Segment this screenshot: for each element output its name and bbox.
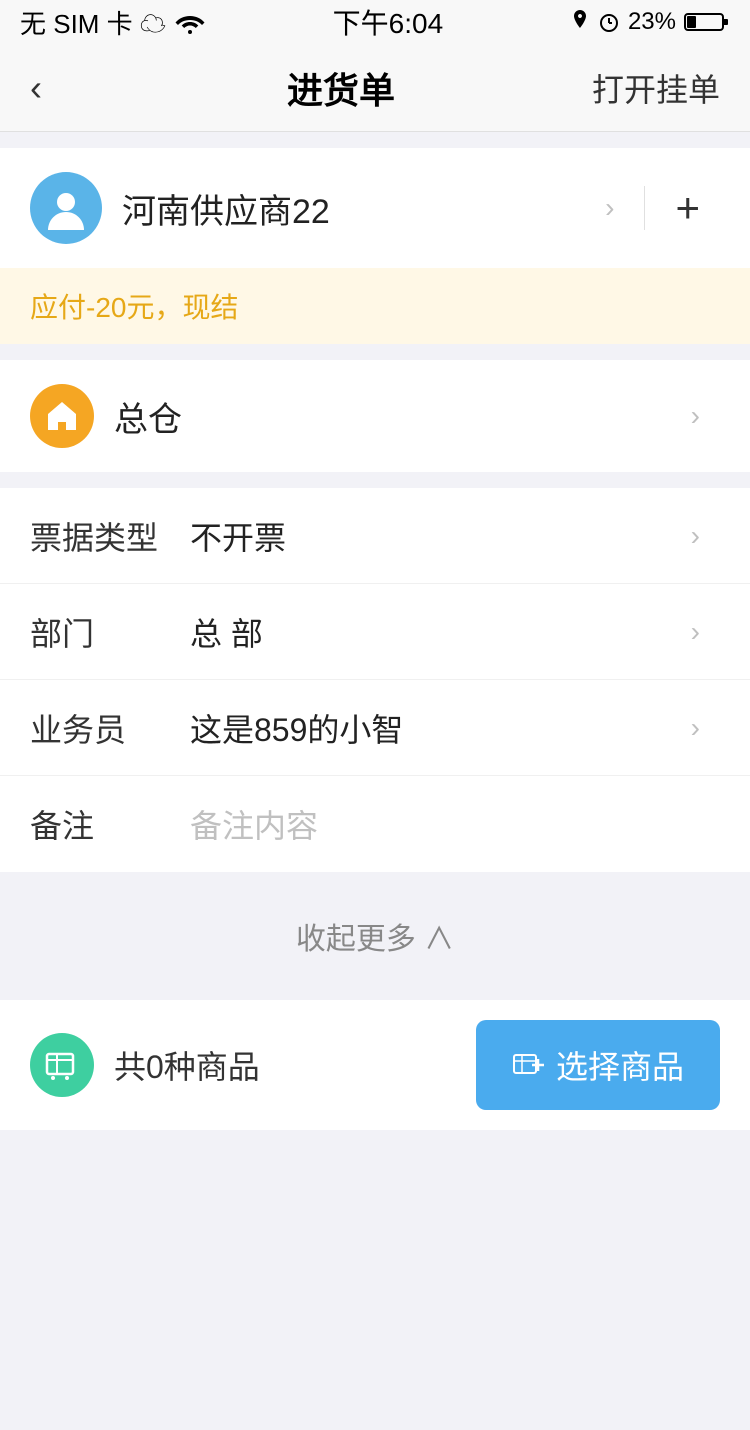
nav-bar: ‹ 进货单 打开挂单 <box>0 44 750 132</box>
product-count-label: 共0种商品 <box>114 1042 456 1088</box>
status-bar-time: 下午6:04 <box>333 2 444 42</box>
status-bar: 无 SIM 卡 ☁ 下午6:04 23% <box>0 0 750 44</box>
remark-label: 备注 <box>30 801 170 847</box>
page-title: 进货单 <box>287 62 395 114</box>
add-supplier-button[interactable]: + <box>655 184 720 232</box>
supplier-card: 河南供应商22 › + 应付-20元，现结 <box>0 148 750 344</box>
warehouse-chevron-icon: › <box>691 400 700 432</box>
sim-status: 无 SIM 卡 ☁ <box>20 4 166 41</box>
cart-icon <box>43 1046 81 1084</box>
remark-row[interactable]: 备注 备注内容 <box>0 776 750 872</box>
salesperson-row[interactable]: 业务员 这是859的小智 › <box>0 680 750 776</box>
select-product-label: 选择商品 <box>556 1042 684 1088</box>
wifi-icon <box>174 10 206 34</box>
status-bar-right: 23% <box>570 8 730 36</box>
select-product-button[interactable]: 选择商品 <box>476 1020 720 1110</box>
invoice-type-row[interactable]: 票据类型 不开票 › <box>0 488 750 584</box>
back-button[interactable]: ‹ <box>30 67 90 109</box>
collapse-button[interactable]: 收起更多 ∧ <box>0 888 750 984</box>
warehouse-name: 总仓 <box>114 392 691 441</box>
invoice-type-label: 票据类型 <box>30 513 170 559</box>
department-label: 部门 <box>30 609 170 655</box>
department-chevron-icon: › <box>691 616 700 648</box>
location-icon <box>570 10 590 34</box>
battery-icon <box>684 10 730 34</box>
department-row[interactable]: 部门 总 部 › <box>0 584 750 680</box>
warehouse-icon <box>30 384 94 448</box>
salesperson-value: 这是859的小智 <box>170 705 691 751</box>
home-icon <box>44 398 80 434</box>
invoice-type-value: 不开票 <box>170 513 691 559</box>
invoice-type-chevron-icon: › <box>691 520 700 552</box>
warehouse-row[interactable]: 总仓 › <box>0 360 750 472</box>
notice-bar: 应付-20元，现结 <box>0 268 750 344</box>
status-bar-left: 无 SIM 卡 ☁ <box>20 4 206 41</box>
bottom-bar: 共0种商品 选择商品 <box>0 1000 750 1130</box>
department-value: 总 部 <box>170 609 691 655</box>
alarm-icon <box>598 10 620 34</box>
battery-percent: 23% <box>628 8 676 36</box>
supplier-name: 河南供应商22 <box>122 184 605 233</box>
salesperson-chevron-icon: › <box>691 712 700 744</box>
form-card: 票据类型 不开票 › 部门 总 部 › 业务员 这是859的小智 › 备注 备注… <box>0 488 750 872</box>
salesperson-label: 业务员 <box>30 705 170 751</box>
person-icon <box>44 186 88 230</box>
supplier-row[interactable]: 河南供应商22 › + <box>0 148 750 268</box>
select-product-icon <box>512 1051 544 1079</box>
open-pending-button[interactable]: 打开挂单 <box>592 65 720 111</box>
main-content: 河南供应商22 › + 应付-20元，现结 总仓 › 票据类型 不开票 › 部门… <box>0 148 750 1430</box>
supplier-chevron-icon: › <box>605 192 614 224</box>
product-icon <box>30 1033 94 1097</box>
supplier-avatar <box>30 172 102 244</box>
remark-value: 备注内容 <box>170 801 720 847</box>
supplier-divider <box>644 186 645 230</box>
page-fill <box>0 1130 750 1430</box>
